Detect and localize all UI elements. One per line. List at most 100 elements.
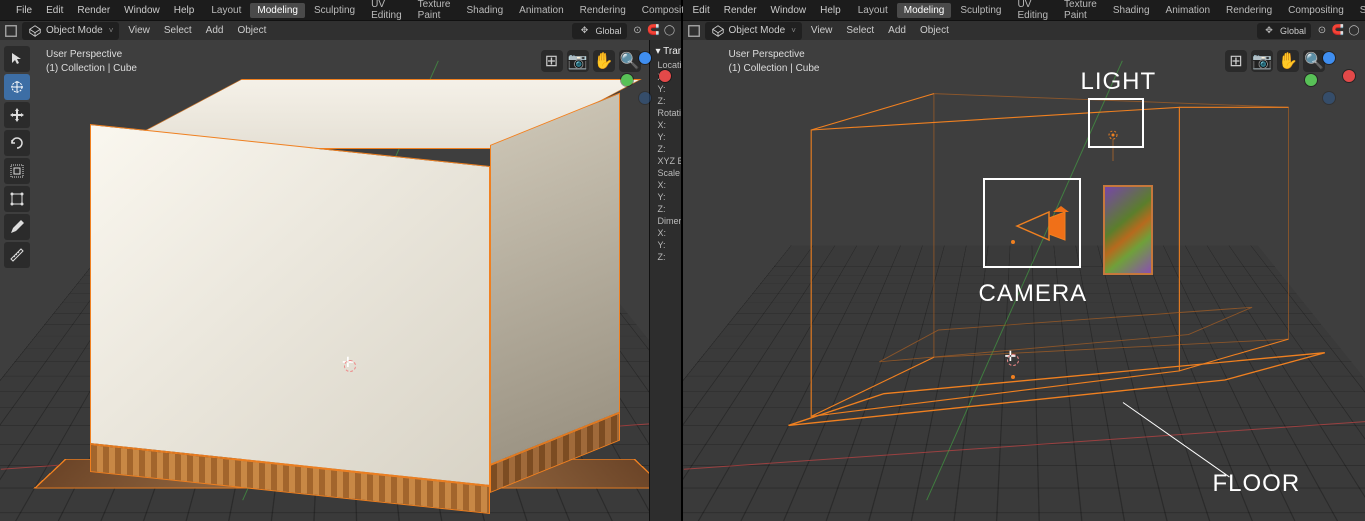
menu-edit[interactable]: Edit [687,3,716,18]
npanel-dim-y[interactable]: Y: [650,239,681,251]
menu-window[interactable]: Window [118,3,166,18]
gizmo-neg[interactable] [1323,92,1335,104]
editor-type-icon[interactable] [4,24,18,38]
gizmos-toggle-icon[interactable]: ⊞ [1225,50,1247,72]
n-panel[interactable]: ▾ Transform Location X: Y: Z: Rotation X… [649,40,681,521]
gizmos-toggle-icon[interactable]: ⊞ [541,50,563,72]
tab-layout[interactable]: Layout [851,3,895,18]
npanel-rot-x[interactable]: X: [650,119,681,131]
proportional-icon[interactable]: ◯ [1347,24,1361,38]
npanel-scale-z[interactable]: Z: [650,203,681,215]
npanel-xyz[interactable]: XYZ Euler [650,155,681,167]
menu-render[interactable]: Render [71,3,116,18]
right-pane: Edit Render Window Help Layout Modeling … [683,0,1365,521]
tab-rendering[interactable]: Rendering [573,3,633,18]
tool-transform[interactable] [4,186,30,212]
tab-animation[interactable]: Animation [512,3,570,18]
npanel-rotation: Rotation [650,107,681,119]
toolbar [4,46,30,268]
tab-texturepaint[interactable]: Texture Paint [411,0,458,23]
menu-window[interactable]: Window [765,3,813,18]
gizmo-z[interactable] [1323,52,1335,64]
mode-dropdown[interactable]: Object Mode [22,22,119,40]
anno-camera-box [983,178,1081,268]
tab-rendering[interactable]: Rendering [1219,3,1279,18]
camera-view-icon[interactable]: 📷 [567,50,589,72]
gizmo-y[interactable] [1305,74,1317,86]
cube-face-front [90,124,490,486]
editor-type-icon[interactable] [687,24,701,38]
anno-floor-label: FLOOR [1213,470,1301,498]
gizmo-neg[interactable] [639,92,651,104]
tab-sculpting[interactable]: Sculpting [307,3,362,18]
gizmo-y[interactable] [621,74,633,86]
menu-file[interactable]: File [10,3,38,18]
object-mode-icon [711,24,725,38]
menu-help[interactable]: Help [168,3,201,18]
npanel-dims: Dimensions [650,215,681,227]
menu-edit[interactable]: Edit [40,3,69,18]
header-view[interactable]: View [806,23,838,38]
tab-texturepaint[interactable]: Texture Paint [1057,0,1104,23]
tab-modeling[interactable]: Modeling [250,3,305,18]
gizmo-x[interactable] [1343,70,1355,82]
npanel-rot-z[interactable]: Z: [650,143,681,155]
anno-light-box [1088,98,1144,148]
gizmo-x[interactable] [659,70,671,82]
tab-uvediting[interactable]: UV Editing [1010,0,1055,23]
pan-icon[interactable]: ✋ [1277,50,1299,72]
orientation-dropdown[interactable]: ✥ Global [1257,23,1311,39]
tab-uvediting[interactable]: UV Editing [364,0,409,23]
pivot-icon[interactable]: ⊙ [631,24,645,38]
tab-modeling[interactable]: Modeling [897,3,952,18]
mode-dropdown[interactable]: Object Mode [705,22,802,40]
tool-rotate[interactable] [4,130,30,156]
nav-gizmo[interactable] [1305,52,1355,102]
viewport-hint: User Perspective (1) Collection | Cube [46,48,137,76]
tab-shading[interactable]: Shading [1106,3,1157,18]
tab-scripting[interactable]: Scripting [1353,3,1365,18]
header-select[interactable]: Select [841,23,879,38]
header-view[interactable]: View [123,23,155,38]
header-add[interactable]: Add [883,23,911,38]
pivot-icon[interactable]: ⊙ [1315,24,1329,38]
npanel-dim-x[interactable]: X: [650,227,681,239]
camera-view-icon[interactable]: 📷 [1251,50,1273,72]
tool-select-box[interactable] [4,46,30,72]
viewport-header-right: Object Mode View Select Add Object ✥ Glo… [683,20,1365,40]
header-select[interactable]: Select [159,23,197,38]
tool-cursor[interactable] [4,74,30,100]
orientation-icon: ✥ [1262,24,1276,38]
cube-solid[interactable] [90,85,630,485]
proportional-icon[interactable]: ◯ [663,24,677,38]
viewport-header: Object Mode View Select Add Object ✥ Glo… [0,20,681,40]
tab-layout[interactable]: Layout [204,3,248,18]
viewport-3d[interactable]: User Perspective (1) Collection | Cube ⊞… [0,40,681,521]
pan-icon[interactable]: ✋ [593,50,615,72]
header-object[interactable]: Object [232,23,271,38]
nav-gizmo[interactable] [621,52,671,102]
npanel-scale-y[interactable]: Y: [650,191,681,203]
tab-sculpting[interactable]: Sculpting [953,3,1008,18]
tab-shading[interactable]: Shading [459,3,510,18]
gizmo-z[interactable] [639,52,651,64]
snap-icon[interactable]: 🧲 [647,24,661,38]
npanel-scale-x[interactable]: X: [650,179,681,191]
npanel-scale: Scale [650,167,681,179]
tab-animation[interactable]: Animation [1159,3,1217,18]
npanel-rot-y[interactable]: Y: [650,131,681,143]
tool-move[interactable] [4,102,30,128]
menu-render[interactable]: Render [718,3,763,18]
tab-compositing[interactable]: Compositing [1281,3,1351,18]
header-object[interactable]: Object [915,23,954,38]
image-plane[interactable] [1103,185,1153,275]
tool-annotate[interactable] [4,214,30,240]
orientation-dropdown[interactable]: ✥ Global [572,23,626,39]
tool-scale[interactable] [4,158,30,184]
snap-icon[interactable]: 🧲 [1331,24,1345,38]
menu-help[interactable]: Help [814,3,847,18]
header-add[interactable]: Add [201,23,229,38]
viewport-3d-right[interactable]: User Perspective (1) Collection | Cube ⊞… [683,40,1365,521]
npanel-dim-z[interactable]: Z: [650,251,681,263]
tool-measure[interactable] [4,242,30,268]
